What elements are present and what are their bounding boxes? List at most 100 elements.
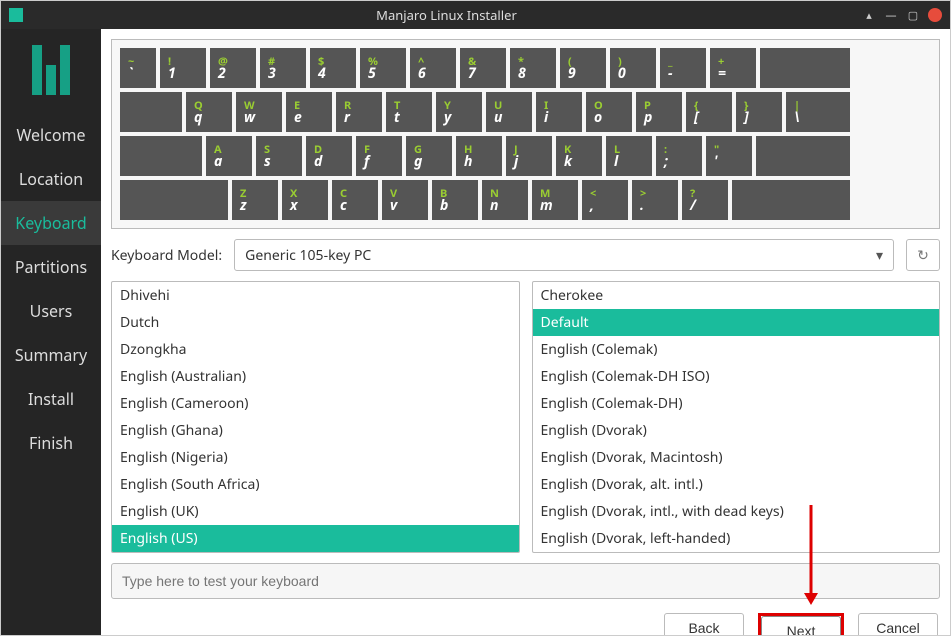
list-item[interactable]: English (Ghana) (112, 417, 519, 444)
keyboard-preview: ~`!1@2#3$4%5^6&7*8(9)0_-+=QqWwEeRrTtYyUu… (111, 39, 940, 229)
list-item[interactable]: English (Dvorak, intl., with dead keys) (533, 498, 940, 525)
window-controls: ▴ — ▢ (862, 8, 942, 22)
key: _- (660, 48, 706, 88)
key: |\ (786, 92, 850, 132)
list-item[interactable]: English (Nigeria) (112, 444, 519, 471)
window-title: Manjaro Linux Installer (31, 6, 862, 24)
key: += (710, 48, 756, 88)
key: Bb (432, 180, 478, 220)
list-item[interactable]: Dhivehi (112, 282, 519, 309)
key: Oo (586, 92, 632, 132)
maximize-icon[interactable]: ▢ (906, 8, 920, 22)
key: )0 (610, 48, 656, 88)
key: Uu (486, 92, 532, 132)
key: #3 (260, 48, 306, 88)
key: Gg (406, 136, 452, 176)
list-item[interactable]: English (Cameroon) (112, 390, 519, 417)
key (120, 180, 228, 220)
key: *8 (510, 48, 556, 88)
model-row: Keyboard Model: Generic 105-key PC ↻ (111, 239, 940, 271)
annotation-next-highlight: Next (758, 613, 844, 635)
key: Ii (536, 92, 582, 132)
key: Kk (556, 136, 602, 176)
key: Mm (532, 180, 578, 220)
cancel-button[interactable]: Cancel (858, 613, 938, 635)
key: Ll (606, 136, 652, 176)
list-item[interactable]: English (Dvorak, Macintosh) (533, 444, 940, 471)
app-icon (9, 8, 23, 22)
key: (9 (560, 48, 606, 88)
key: ~` (120, 48, 156, 88)
sidebar-item-keyboard[interactable]: Keyboard (1, 201, 101, 245)
list-item[interactable]: Cherokee (533, 282, 940, 309)
sidebar-item-install[interactable]: Install (1, 377, 101, 421)
keyboard-model-select[interactable]: Generic 105-key PC (234, 239, 894, 271)
key: Pp (636, 92, 682, 132)
key (756, 136, 850, 176)
lists-row: DhivehiDutchDzongkhaEnglish (Australian)… (111, 281, 940, 553)
list-item[interactable]: English (South Africa) (112, 471, 519, 498)
key (120, 92, 182, 132)
key: Nn (482, 180, 528, 220)
variant-listbox[interactable]: CherokeeDefaultEnglish (Colemak)English … (532, 281, 941, 553)
manjaro-logo (21, 43, 81, 95)
sidebar-item-welcome[interactable]: Welcome (1, 113, 101, 157)
keep-above-icon[interactable]: ▴ (862, 8, 876, 22)
key: Ff (356, 136, 402, 176)
list-item[interactable]: Dzongkha (112, 336, 519, 363)
list-item[interactable]: Default (533, 309, 940, 336)
next-button[interactable]: Next (761, 616, 841, 635)
key: Zz (232, 180, 278, 220)
key (760, 48, 850, 88)
minimize-icon[interactable]: — (884, 8, 898, 22)
footer: Back Next Cancel (111, 609, 940, 635)
reset-model-button[interactable]: ↻ (906, 239, 940, 271)
key (732, 180, 850, 220)
key: ^6 (410, 48, 456, 88)
layout-listbox[interactable]: DhivehiDutchDzongkhaEnglish (Australian)… (111, 281, 520, 553)
list-item[interactable]: English (Dvorak, alt. intl.) (533, 471, 940, 498)
key: @2 (210, 48, 256, 88)
key: Dd (306, 136, 352, 176)
key: Jj (506, 136, 552, 176)
back-button[interactable]: Back (664, 613, 744, 635)
sidebar: WelcomeLocationKeyboardPartitionsUsersSu… (1, 29, 101, 635)
sidebar-item-location[interactable]: Location (1, 157, 101, 201)
key: {[ (686, 92, 732, 132)
key: :; (656, 136, 702, 176)
list-item[interactable]: English (Australian) (112, 363, 519, 390)
list-item[interactable]: English (US) (112, 525, 519, 552)
key (120, 136, 202, 176)
sidebar-item-summary[interactable]: Summary (1, 333, 101, 377)
sidebar-item-finish[interactable]: Finish (1, 421, 101, 465)
list-item[interactable]: English (Dvorak) (533, 417, 940, 444)
keyboard-model-value: Generic 105-key PC (245, 246, 371, 265)
list-item[interactable]: English (Colemak-DH ISO) (533, 363, 940, 390)
list-item[interactable]: English (UK) (112, 498, 519, 525)
installer-window: Manjaro Linux Installer ▴ — ▢ WelcomeLoc… (0, 0, 951, 636)
key: >. (632, 180, 678, 220)
key: $4 (310, 48, 356, 88)
content: ~`!1@2#3$4%5^6&7*8(9)0_-+=QqWwEeRrTtYyUu… (101, 29, 950, 635)
key: Aa (206, 136, 252, 176)
titlebar: Manjaro Linux Installer ▴ — ▢ (1, 1, 950, 29)
list-item[interactable]: English (Dvorak, left-handed) (533, 525, 940, 552)
key: Hh (456, 136, 502, 176)
key: Ee (286, 92, 332, 132)
list-item[interactable]: Dutch (112, 309, 519, 336)
keyboard-model-label: Keyboard Model: (111, 246, 222, 265)
keyboard-test-input[interactable] (111, 563, 940, 599)
sidebar-item-partitions[interactable]: Partitions (1, 245, 101, 289)
key: %5 (360, 48, 406, 88)
key: Ww (236, 92, 282, 132)
key: Yy (436, 92, 482, 132)
key: Qq (186, 92, 232, 132)
key: Rr (336, 92, 382, 132)
key: }] (736, 92, 782, 132)
key: Xx (282, 180, 328, 220)
reset-icon: ↻ (917, 246, 929, 265)
list-item[interactable]: English (Colemak-DH) (533, 390, 940, 417)
sidebar-item-users[interactable]: Users (1, 289, 101, 333)
list-item[interactable]: English (Colemak) (533, 336, 940, 363)
close-icon[interactable] (928, 8, 942, 22)
